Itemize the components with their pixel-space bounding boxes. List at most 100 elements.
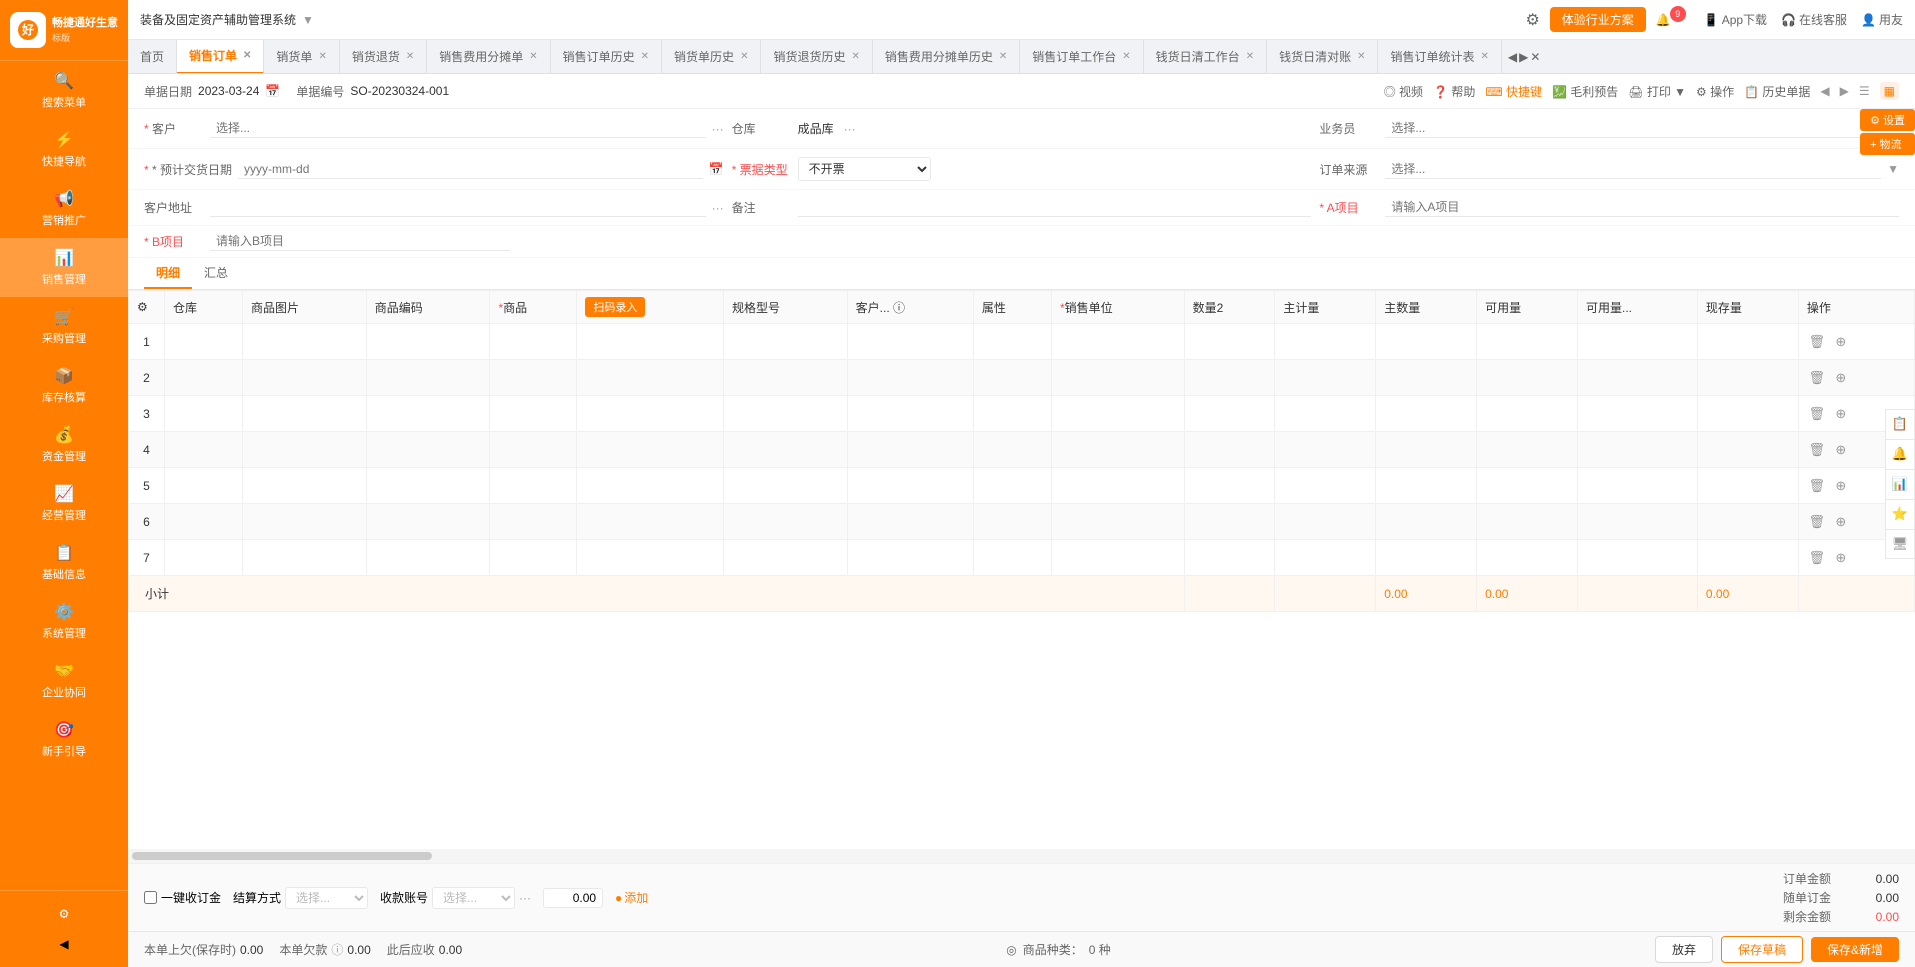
delivery-calendar-icon[interactable]: 📅 — [709, 162, 724, 176]
cell-scan-1[interactable] — [577, 324, 724, 360]
cell-image-6[interactable] — [243, 504, 367, 540]
cell-attr-5[interactable] — [973, 468, 1051, 504]
detail-tab-detail[interactable]: 明细 — [144, 258, 192, 289]
cell-unit-6[interactable] — [1051, 504, 1184, 540]
tab-sales-stats[interactable]: 销售订单统计表 ✕ — [1378, 40, 1501, 74]
cell-qty2-3[interactable] — [1184, 396, 1275, 432]
copy-row-5-icon[interactable]: ⊕ — [1831, 476, 1851, 496]
cell-qty2-1[interactable] — [1184, 324, 1275, 360]
cell-unit-1[interactable] — [1051, 324, 1184, 360]
scan-btn[interactable]: 扫码录入 — [585, 297, 645, 317]
one-click-checkbox-input[interactable] — [144, 891, 157, 904]
cell-main-qty-1[interactable] — [1376, 324, 1477, 360]
cell-main-qty-4[interactable] — [1376, 432, 1477, 468]
cell-spec-2[interactable] — [723, 360, 847, 396]
cell-main-unit-5[interactable] — [1275, 468, 1376, 504]
cell-code-6[interactable] — [366, 504, 490, 540]
sidebar-item-sales[interactable]: 📊 销售管理 — [0, 238, 128, 297]
cell-code-3[interactable] — [366, 396, 490, 432]
tab-next-icon[interactable]: ▶ — [1519, 50, 1528, 64]
cell-cust-code-7[interactable] — [847, 540, 973, 576]
remark-input[interactable] — [798, 198, 1312, 217]
cell-image-4[interactable] — [243, 432, 367, 468]
delete-row-3-icon[interactable]: 🗑 — [1807, 404, 1827, 424]
list-view-icon[interactable]: ☰ — [1859, 84, 1870, 98]
cell-cust-code-2[interactable] — [847, 360, 973, 396]
cell-scan-4[interactable] — [577, 432, 724, 468]
tab-home[interactable]: 首页 — [128, 40, 177, 74]
shortcut-btn[interactable]: ⌨ 快捷键 — [1485, 83, 1542, 100]
cell-scan-5[interactable] — [577, 468, 724, 504]
app-download-btn[interactable]: 📱 App下载 — [1704, 11, 1767, 28]
tab-close-sales-order[interactable]: ✕ — [243, 50, 251, 61]
cell-qty2-5[interactable] — [1184, 468, 1275, 504]
cell-cust-code-4[interactable] — [847, 432, 973, 468]
a-project-input[interactable] — [1385, 198, 1899, 217]
tab-order-history[interactable]: 销售订单历史 ✕ — [551, 40, 662, 74]
tab-invoice-history[interactable]: 销货单历史 ✕ — [662, 40, 761, 74]
invoice-select[interactable]: 不开票 增值税普通发票 增值税专用发票 — [798, 157, 931, 181]
customer-more-icon[interactable]: ··· — [712, 122, 724, 136]
cell-attr-6[interactable] — [973, 504, 1051, 540]
cell-main-qty-7[interactable] — [1376, 540, 1477, 576]
tab-close-cash-daily[interactable]: ✕ — [1246, 51, 1254, 62]
cell-cust-code-6[interactable] — [847, 504, 973, 540]
order-source-dropdown-icon[interactable]: ▼ — [1887, 162, 1899, 176]
save-new-btn[interactable]: 保存&新增 — [1811, 937, 1899, 962]
cell-attr-2[interactable] — [973, 360, 1051, 396]
cell-spec-1[interactable] — [723, 324, 847, 360]
cell-cust-code-1[interactable] — [847, 324, 973, 360]
tab-close-order-workbench[interactable]: ✕ — [1122, 51, 1130, 62]
delivery-input[interactable] — [238, 160, 703, 179]
solution-btn[interactable]: 体验行业方案 — [1550, 7, 1646, 32]
cell-avail2-4[interactable] — [1578, 432, 1698, 468]
cell-scan-6[interactable] — [577, 504, 724, 540]
cell-unit-3[interactable] — [1051, 396, 1184, 432]
cell-qty2-6[interactable] — [1184, 504, 1275, 540]
copy-row-7-icon[interactable]: ⊕ — [1831, 548, 1851, 568]
tab-order-workbench[interactable]: 销售订单工作台 ✕ — [1020, 40, 1143, 74]
print-btn[interactable]: 🖨 打印 ▼ — [1628, 83, 1686, 100]
tab-expense-history[interactable]: 销售费用分摊单历史 ✕ — [873, 40, 1020, 74]
cell-avail2-6[interactable] — [1578, 504, 1698, 540]
right-panel-btn-5[interactable]: 🖥 — [1885, 529, 1915, 559]
tab-close-invoice-history[interactable]: ✕ — [740, 51, 748, 62]
copy-row-3-icon[interactable]: ⊕ — [1831, 404, 1851, 424]
delete-row-4-icon[interactable]: 🗑 — [1807, 440, 1827, 460]
payment-method-select[interactable]: 选择... — [285, 887, 368, 909]
cell-avail-3[interactable] — [1477, 396, 1578, 432]
settings-action-btn[interactable]: ⚙ 设置 — [1860, 109, 1915, 131]
cell-avail-2[interactable] — [1477, 360, 1578, 396]
delete-row-5-icon[interactable]: 🗑 — [1807, 476, 1827, 496]
sidebar-item-guide[interactable]: 🎯 新手引导 — [0, 710, 128, 769]
delete-row-7-icon[interactable]: 🗑 — [1807, 548, 1827, 568]
customer-input[interactable] — [210, 119, 706, 138]
info-icon[interactable]: ⓘ — [331, 941, 343, 958]
cell-spec-7[interactable] — [723, 540, 847, 576]
payment-account-select[interactable]: 选择... — [432, 887, 515, 909]
warehouse-more-icon[interactable]: ··· — [844, 122, 856, 136]
sidebar-item-marketing[interactable]: 📢 营销推广 — [0, 179, 128, 238]
cell-product-1[interactable] — [490, 324, 577, 360]
cell-product-7[interactable] — [490, 540, 577, 576]
cell-cust-code-3[interactable] — [847, 396, 973, 432]
cell-avail-4[interactable] — [1477, 432, 1578, 468]
cell-warehouse-6[interactable] — [165, 504, 243, 540]
tab-cash-daily[interactable]: 钱货日清工作台 ✕ — [1144, 40, 1267, 74]
save-draft-btn[interactable]: 保存草稿 — [1721, 936, 1803, 963]
cell-warehouse-3[interactable] — [165, 396, 243, 432]
horizontal-scrollbar[interactable] — [132, 852, 432, 860]
sidebar-collapse-btn[interactable]: ◀ — [51, 929, 76, 959]
cell-main-unit-6[interactable] — [1275, 504, 1376, 540]
right-panel-btn-2[interactable]: 🔔 — [1885, 439, 1915, 469]
tab-close-return-history[interactable]: ✕ — [851, 51, 859, 62]
tab-close-order-history[interactable]: ✕ — [641, 51, 649, 62]
cell-image-7[interactable] — [243, 540, 367, 576]
cell-cust-code-5[interactable] — [847, 468, 973, 504]
tab-sales-invoice[interactable]: 销货单 ✕ — [264, 40, 339, 74]
sidebar-item-operations[interactable]: 📈 经营管理 — [0, 474, 128, 533]
tab-sales-order[interactable]: 销售订单 ✕ — [177, 40, 264, 74]
cell-unit-2[interactable] — [1051, 360, 1184, 396]
sidebar-item-finance[interactable]: 💰 资金管理 — [0, 415, 128, 474]
sidebar-item-purchase[interactable]: 🛒 采购管理 — [0, 297, 128, 356]
